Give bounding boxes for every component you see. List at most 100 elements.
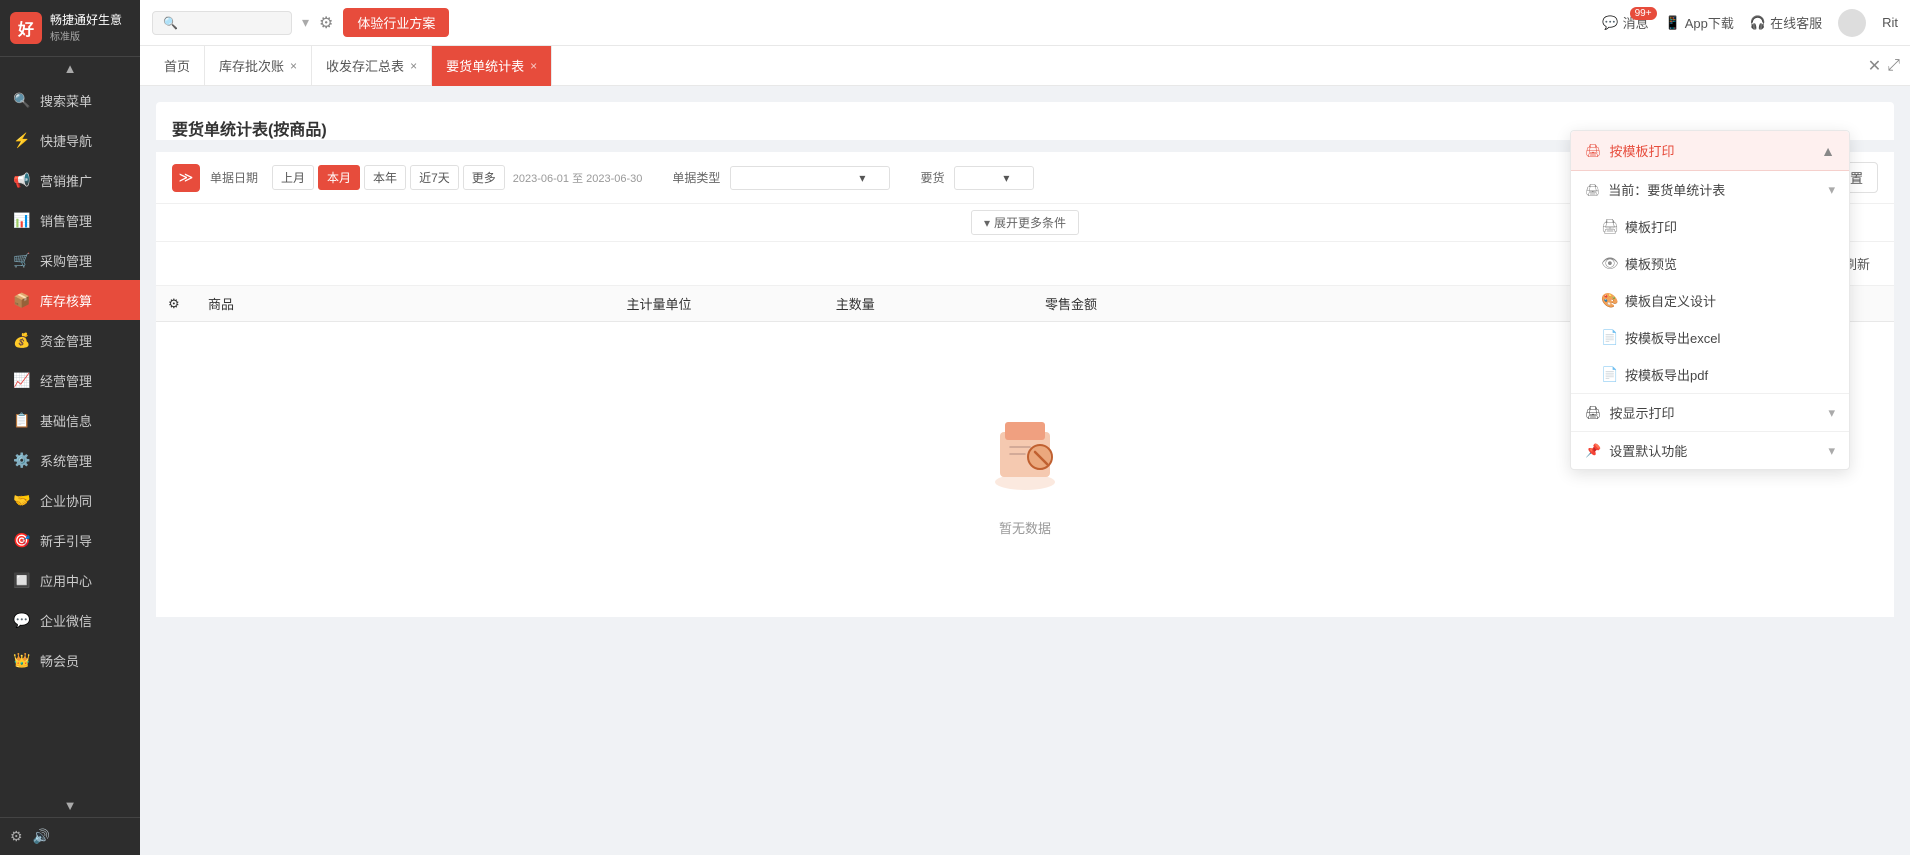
yaohuodan-filter: 要货 ▾ (920, 166, 1034, 190)
date-btn-this-month[interactable]: 本月 (318, 165, 360, 190)
topbar-search-icon: 🔍 (163, 16, 178, 30)
message-button[interactable]: 💬 消息 99+ (1602, 13, 1648, 32)
service-icon: 🎧 (1750, 15, 1766, 31)
tab-stock-summary[interactable]: 收发存汇总表 × (312, 46, 432, 86)
dropdown-item-label: 模板打印 (1625, 217, 1677, 236)
sidebar-item-basic-info[interactable]: 📋 基础信息 (0, 400, 140, 440)
sidebar-item-inventory[interactable]: 📦 库存核算 (0, 280, 140, 320)
current-template-arrow: ▾ (1828, 182, 1835, 198)
col-qty: 主数量 (836, 294, 1045, 313)
dropdown-item-design[interactable]: 🎨 模板自定义设计 (1571, 282, 1849, 319)
dropdown-display-print[interactable]: 🖨 按显示打印 ▾ (1571, 394, 1849, 431)
sidebar-item-management[interactable]: 📈 经营管理 (0, 360, 140, 400)
management-icon: 📈 (12, 370, 32, 390)
app-download-button[interactable]: 📱 App下载 (1665, 13, 1734, 32)
sidebar-item-quick-nav[interactable]: ⚡ 快捷导航 (0, 120, 140, 160)
topbar-search[interactable]: 🔍 (152, 11, 292, 35)
date-btn-more[interactable]: 更多 (463, 165, 505, 190)
sidebar-item-sales[interactable]: 📊 销售管理 (0, 200, 140, 240)
app-logo-icon: 好 (10, 12, 42, 44)
topbar: 🔍 ▾ ⚙ 体验行业方案 💬 消息 99+ 📱 App下载 🎧 在线客服 Rit (140, 0, 1910, 46)
tab-home[interactable]: 首页 (150, 46, 205, 86)
sidebar-item-label: 快捷导航 (40, 131, 92, 150)
col-amount: 零售金额 (1045, 294, 1254, 313)
tab-order-stats[interactable]: 要货单统计表 × (432, 46, 552, 86)
sidebar-item-label: 畅会员 (40, 651, 79, 670)
excel-icon: 📄 (1601, 329, 1617, 346)
topbar-dropdown-arrow[interactable]: ▾ (302, 14, 309, 31)
tab-close-icon[interactable]: × (410, 59, 417, 73)
type-filter: 单据类型 ▾ (672, 166, 890, 190)
tab-label: 收发存汇总表 (326, 56, 404, 75)
member-icon: 👑 (12, 650, 32, 670)
sidebar: 好 畅捷通好生意 标准版 ▲ 🔍 搜索菜单 ⚡ 快捷导航 📢 营销推广 📊 销售… (0, 0, 140, 855)
topbar-gear-icon[interactable]: ⚙ (319, 13, 333, 33)
expand-icon: ▾ (984, 216, 990, 230)
sidebar-bottom: ⚙ 🔊 (0, 817, 140, 855)
sidebar-item-search[interactable]: 🔍 搜索菜单 (0, 80, 140, 120)
tab-inventory-batch[interactable]: 库存批次账 × (205, 46, 312, 86)
yaohuodan-select[interactable]: ▾ (954, 166, 1034, 190)
col-settings[interactable]: ⚙ (168, 296, 208, 312)
sidebar-item-marketing[interactable]: 📢 营销推广 (0, 160, 140, 200)
sidebar-item-guide[interactable]: 🎯 新手引导 (0, 520, 140, 560)
sidebar-item-finance[interactable]: 💰 资金管理 (0, 320, 140, 360)
dropdown-up-icon[interactable]: ▲ (1821, 143, 1835, 159)
dropdown-current-item[interactable]: 🖨 当前：要货单统计表 ▾ (1571, 171, 1849, 208)
basic-info-icon: 📋 (12, 410, 32, 430)
sidebar-item-cooperation[interactable]: 🤝 企业协同 (0, 480, 140, 520)
sales-icon: 📊 (12, 210, 32, 230)
sidebar-scroll-down[interactable]: ▼ (0, 794, 140, 817)
system-icon: ⚙️ (12, 450, 32, 470)
sidebar-item-label: 经营管理 (40, 371, 92, 390)
tabbar-right: ✕ ⤢ (1868, 56, 1900, 76)
tab-close-icon[interactable]: × (290, 59, 297, 73)
tab-close-icon[interactable]: × (530, 59, 537, 73)
pdf-icon: 📄 (1601, 366, 1617, 383)
page-content: 要货单统计表(按商品) ≫ 单据日期 上月 本月 本年 近7天 更多 2023-… (140, 86, 1910, 855)
sidebar-item-purchase[interactable]: 🛒 采购管理 (0, 240, 140, 280)
expand-more-button[interactable]: ▾ 展开更多条件 (971, 210, 1079, 235)
app-icon: 📱 (1665, 15, 1681, 31)
type-select[interactable]: ▾ (730, 166, 890, 190)
dropdown-item-preview[interactable]: 👁 模板预览 (1571, 245, 1849, 282)
sidebar-logo: 好 畅捷通好生意 标准版 (0, 0, 140, 57)
filter-expand-button[interactable]: ≫ (172, 164, 200, 192)
quick-nav-icon: ⚡ (12, 130, 32, 150)
settings-icon[interactable]: ⚙ (10, 828, 23, 845)
printer-icon: 🖨 (1601, 218, 1617, 235)
empty-text: 暂无数据 (999, 518, 1051, 537)
dropdown-set-default[interactable]: 📌 设置默认功能 ▾ (1571, 432, 1849, 469)
date-group: 上月 本月 本年 近7天 更多 2023-06-01 至 2023-06-30 (272, 165, 642, 190)
dropdown-item-print[interactable]: 🖨 模板打印 (1571, 208, 1849, 245)
tab-close-all-icon[interactable]: ✕ (1868, 56, 1881, 76)
search-icon: 🔍 (12, 90, 32, 110)
date-btn-7days[interactable]: 近7天 (410, 165, 459, 190)
trial-button[interactable]: 体验行业方案 (343, 8, 449, 37)
date-btn-last-month[interactable]: 上月 (272, 165, 314, 190)
dropdown-item-label: 模板预览 (1625, 254, 1677, 273)
marketing-icon: 📢 (12, 170, 32, 190)
tab-expand-icon[interactable]: ⤢ (1887, 57, 1900, 75)
tab-label: 要货单统计表 (446, 56, 524, 75)
col-product: 商品 (208, 294, 627, 313)
sidebar-item-app-center[interactable]: 🔲 应用中心 (0, 560, 140, 600)
dropdown-item-pdf[interactable]: 📄 按模板导出pdf (1571, 356, 1849, 393)
online-service-button[interactable]: 🎧 在线客服 (1750, 13, 1822, 32)
volume-icon[interactable]: 🔊 (33, 828, 50, 845)
tab-label: 库存批次账 (219, 56, 284, 75)
sidebar-item-label: 营销推广 (40, 171, 92, 190)
date-btn-this-year[interactable]: 本年 (364, 165, 406, 190)
user-avatar[interactable] (1838, 9, 1866, 37)
sidebar-scroll-up[interactable]: ▲ (0, 57, 140, 80)
sidebar-item-member[interactable]: 👑 畅会员 (0, 640, 140, 680)
dropdown-section-defaults: 📌 设置默认功能 ▾ (1571, 431, 1849, 469)
sidebar-item-label: 资金管理 (40, 331, 92, 350)
display-print-left: 🖨 按显示打印 (1585, 403, 1675, 422)
dropdown-item-excel[interactable]: 📄 按模板导出excel (1571, 319, 1849, 356)
sidebar-item-system[interactable]: ⚙️ 系统管理 (0, 440, 140, 480)
app-version: 标准版 (50, 28, 122, 43)
empty-icon (975, 402, 1075, 502)
sidebar-item-weixin[interactable]: 💬 企业微信 (0, 600, 140, 640)
username-label[interactable]: Rit (1882, 15, 1898, 30)
